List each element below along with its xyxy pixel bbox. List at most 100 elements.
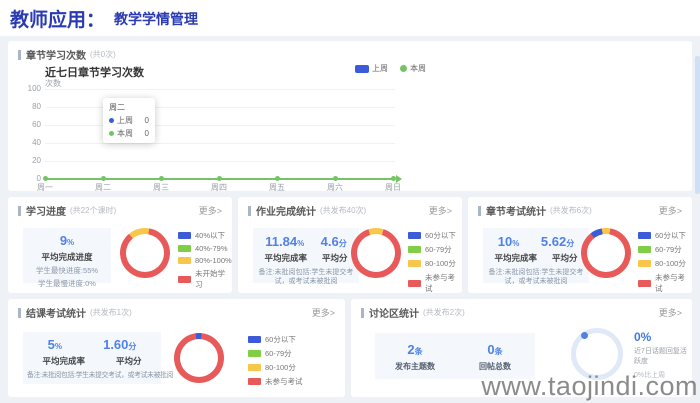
replies-stat: 0条 回帖总数 [479, 341, 511, 371]
swatch-icon [638, 279, 651, 287]
gauge-value: 0% [634, 330, 652, 344]
legend-item: 60分以下 [638, 230, 692, 241]
section-subtitle: (共0次) [90, 50, 116, 59]
y-tick: 100 [27, 84, 41, 93]
final-exam-stats-card: 结课考试统计 (共发布1次) 更多> 5% 1.60分 平均完成率 平均分 备注… [8, 299, 345, 397]
card-title-row: 章节考试统计 (共发布6次) 更多> [478, 203, 682, 218]
title-marker [248, 205, 251, 216]
page-title: 教学学情管理 [114, 11, 199, 27]
legend-item: 40%以下 [178, 230, 232, 241]
y-tick: 20 [32, 156, 41, 165]
legend-item: 未参与考试 [248, 376, 303, 387]
legend-item: 未开始学习 [178, 268, 232, 290]
section-title: 讨论区统计 [369, 309, 419, 320]
stat-box: 9% 平均完成进度 学生最快进度:55% 学生最慢进度:0% [23, 228, 111, 288]
section-subtitle: (共发布6次) [550, 206, 592, 215]
swatch-icon [408, 279, 421, 287]
legend-label: 上周 [372, 64, 388, 73]
gauge-description: 近7日话题回复活跃度 [634, 348, 687, 365]
chapter-exam-stats-card: 章节考试统计 (共发布6次) 更多> 10% 5.62分 平均完成率 平均分 备… [468, 197, 692, 293]
swatch-icon [178, 275, 191, 283]
data-point[interactable] [275, 176, 280, 181]
study-progress-card: 学习进度 (共22个课时) 更多> 9% 平均完成进度 学生最快进度:55% 学… [8, 197, 232, 293]
legend-item: 80-100分 [248, 362, 303, 373]
topics-stat: 2条 发布主题数 [395, 341, 435, 371]
y-tick: 40 [32, 138, 41, 147]
data-point[interactable] [101, 176, 106, 181]
more-link[interactable]: 更多> [659, 204, 682, 217]
legend-label: 本周 [410, 64, 426, 73]
final-exam-donut-chart [174, 333, 224, 383]
legend-item: 80-100分 [638, 258, 692, 269]
swatch-icon [178, 257, 191, 264]
y-tick: 80 [32, 102, 41, 111]
more-link[interactable]: 更多> [199, 204, 222, 217]
stat-values: 5% 1.60分 [47, 337, 137, 352]
legend-item: 80-100分 [408, 258, 462, 269]
swatch-icon [248, 336, 261, 343]
swatch-icon [248, 378, 261, 385]
more-link[interactable]: 更多> [429, 204, 452, 217]
data-point[interactable] [333, 176, 338, 181]
stat-values: 11.84% 4.6分 [265, 234, 347, 249]
section-subtitle: (共22个课时) [70, 206, 117, 215]
x-tick: 周二 [95, 183, 111, 192]
title-marker [18, 49, 21, 60]
gridline [45, 143, 395, 144]
card-title-row: 学习进度 (共22个课时) 更多> [18, 203, 222, 218]
stat-values: 10% 5.62分 [497, 234, 575, 249]
more-link[interactable]: 更多> [659, 306, 682, 319]
stat-labels: 平均完成率 平均分 [264, 253, 348, 263]
tooltip-value: 0 [144, 129, 149, 138]
fastest-progress: 学生最快进度:55% [35, 266, 99, 275]
section-subtitle: (共发布2次) [423, 308, 465, 317]
legend-item: 未参与考试 [638, 272, 692, 294]
title-marker [478, 205, 481, 216]
tooltip-series-name: 本周 [117, 129, 133, 138]
tooltip-title: 周二 [109, 103, 125, 112]
homework-donut-chart [351, 228, 401, 278]
donut-legend: 60分以下 60-79分 80-100分 未参与考试 [408, 230, 462, 294]
series-dot-icon [109, 131, 114, 136]
card-title-row: 讨论区统计 (共发布2次) 更多> [361, 305, 682, 320]
more-link[interactable]: 更多> [312, 306, 335, 319]
section-subtitle: (共发布1次) [90, 308, 132, 317]
swatch-icon [408, 260, 421, 267]
swatch-icon [178, 232, 191, 239]
x-tick: 周一 [37, 183, 53, 192]
series-dot-icon [109, 118, 114, 123]
x-tick: 周五 [269, 183, 285, 192]
chart-tooltip: 周二 上周 0 本周 0 [103, 98, 155, 143]
legend-item: 60-79分 [408, 244, 462, 255]
data-point[interactable] [217, 176, 222, 181]
data-point[interactable] [43, 176, 48, 181]
section-title: 章节考试统计 [486, 207, 546, 218]
swatch-icon [638, 232, 651, 239]
swatch-icon [408, 246, 421, 253]
scrollbar-thumb[interactable] [695, 56, 700, 194]
legend-item-last-week[interactable]: 上周 [355, 63, 388, 74]
donut-legend: 60分以下 60-79分 80-100分 未参与考试 [248, 334, 303, 387]
axis-arrow-icon [396, 175, 402, 183]
stat-value: 9% [59, 233, 75, 248]
x-tick: 周日 [385, 183, 401, 192]
stat-labels: 平均完成率 平均分 [42, 356, 142, 366]
dashboard: 章节学习次数 (共0次) 近七日章节学习次数 次数 上周 本周 100 80 6… [0, 36, 700, 397]
gauge-pointer-icon [581, 332, 588, 339]
y-axis-label: 次数 [45, 79, 61, 88]
stat-label: 平均完成进度 [41, 252, 93, 262]
tooltip-series-name: 上周 [117, 116, 133, 125]
swatch-icon [178, 245, 191, 252]
gridline [45, 89, 395, 90]
title-marker [18, 307, 21, 318]
legend-item: 60-79分 [638, 244, 692, 255]
legend-item: 60-79分 [248, 348, 303, 359]
legend-item-this-week[interactable]: 本周 [400, 63, 426, 74]
donut-legend: 60分以下 60-79分 80-100分 未参与考试 [638, 230, 692, 294]
tooltip-row: 上周 0 [109, 115, 149, 126]
swatch-icon [638, 260, 651, 267]
data-point[interactable] [159, 176, 164, 181]
swatch-icon [248, 364, 261, 371]
y-tick: 60 [32, 120, 41, 129]
chapter-study-card: 章节学习次数 (共0次) 近七日章节学习次数 次数 上周 本周 100 80 6… [8, 41, 692, 192]
